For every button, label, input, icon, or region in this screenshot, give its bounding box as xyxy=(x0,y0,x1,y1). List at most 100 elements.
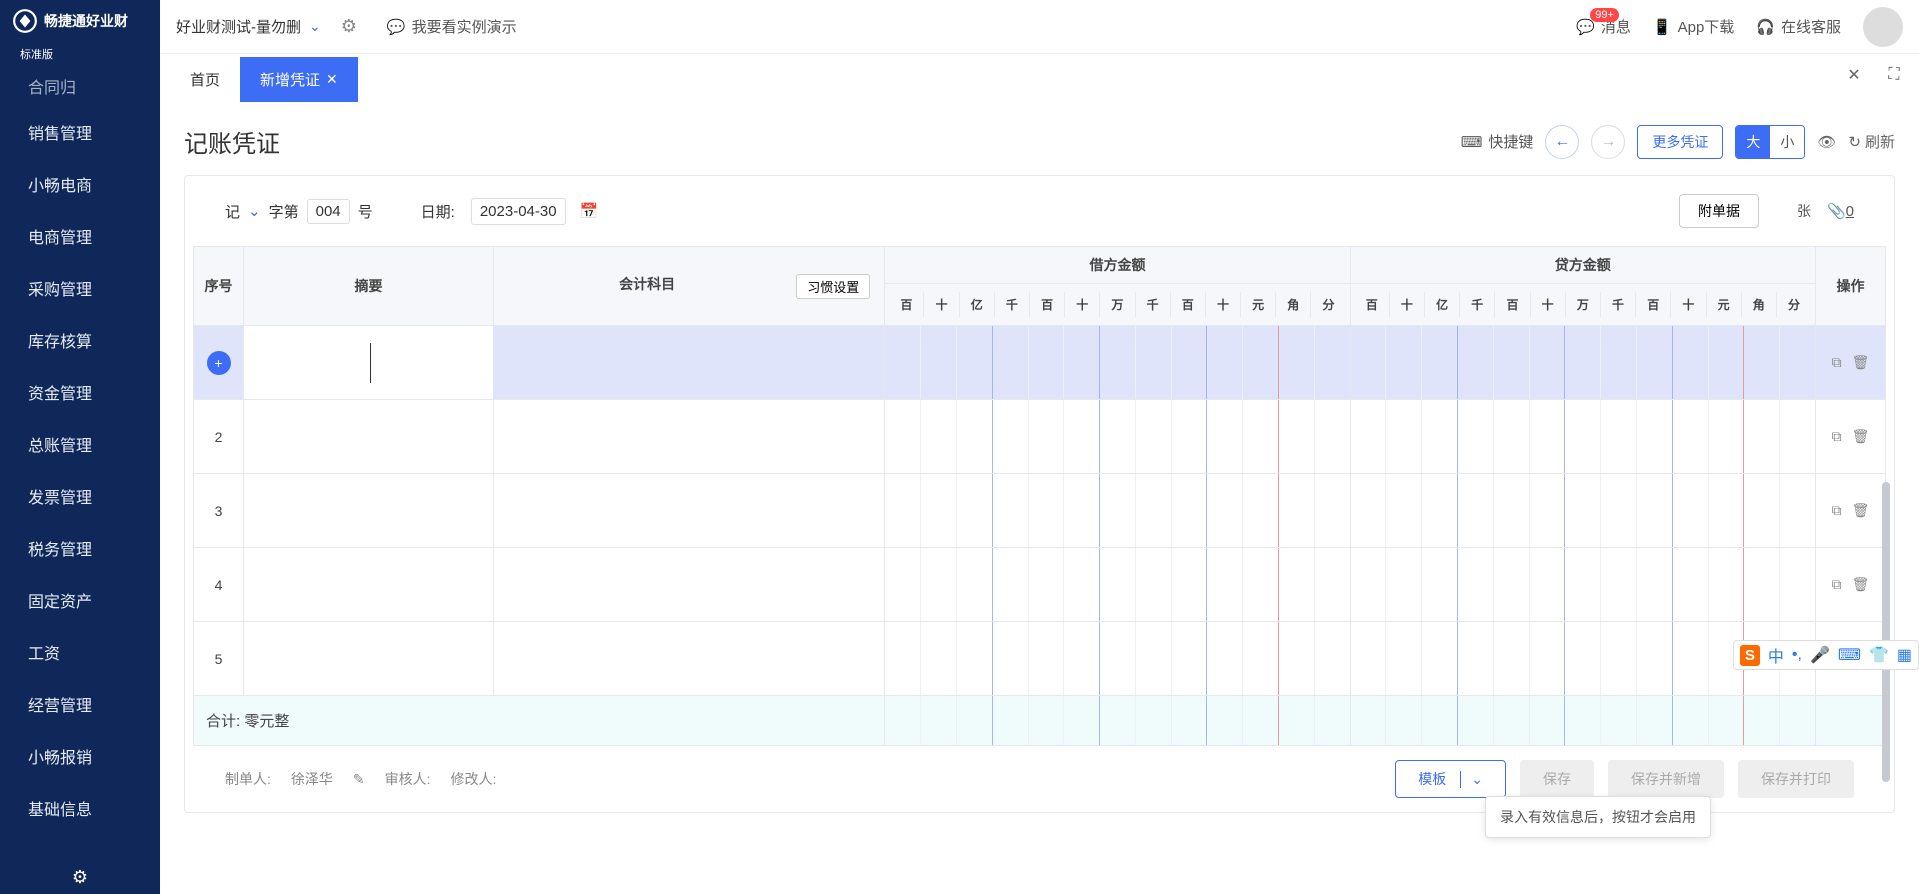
subject-cell[interactable] xyxy=(494,548,885,622)
calendar-icon[interactable]: 📅 xyxy=(580,202,599,220)
sidebar-item[interactable]: 基础信息 xyxy=(0,782,160,834)
sidebar-item[interactable]: 小畅电商 xyxy=(0,158,160,210)
save-button[interactable]: 保存 xyxy=(1520,760,1594,798)
save-new-button[interactable]: 保存并新增 xyxy=(1608,760,1724,798)
copy-row-icon[interactable]: ⧉ xyxy=(1832,428,1842,445)
subject-cell[interactable] xyxy=(494,474,885,548)
ime-lang[interactable]: 中 xyxy=(1768,643,1784,667)
ime-mic-icon[interactable]: 🎤 xyxy=(1810,645,1830,665)
gear-icon[interactable]: ⚙ xyxy=(341,16,357,37)
table-row[interactable]: 3⧉🗑 xyxy=(194,474,1886,548)
messages-button[interactable]: 💬 消息 99+ xyxy=(1576,16,1631,37)
debit-cell[interactable] xyxy=(885,474,1350,548)
ops-cell: ⧉🗑 xyxy=(1816,548,1886,622)
view-icon[interactable]: 👁 xyxy=(1817,133,1836,151)
more-vouchers-button[interactable]: 更多凭证 xyxy=(1637,125,1723,159)
sidebar-item[interactable]: 工资 xyxy=(0,626,160,678)
copy-row-icon[interactable]: ⧉ xyxy=(1832,502,1842,519)
support-button[interactable]: 🎧 在线客服 xyxy=(1756,16,1841,37)
seq-cell: 2 xyxy=(194,400,244,474)
sidebar-item[interactable]: 发票管理 xyxy=(0,470,160,522)
demo-link[interactable]: 💬 我要看实例演示 xyxy=(387,16,517,37)
copy-row-icon[interactable]: ⧉ xyxy=(1832,354,1842,371)
sidebar-item[interactable]: 小畅报销 xyxy=(0,730,160,782)
size-big[interactable]: 大 xyxy=(1736,126,1770,158)
subject-cell[interactable] xyxy=(494,622,885,696)
debit-cell[interactable] xyxy=(885,326,1350,400)
refresh-button[interactable]: ↻ 刷新 xyxy=(1848,131,1895,152)
summary-cell[interactable] xyxy=(244,548,494,622)
sidebar-settings-icon[interactable]: ⚙ xyxy=(0,867,160,888)
template-button[interactable]: 模板 ⌄ xyxy=(1395,760,1506,798)
sidebar-item[interactable]: 电商管理 xyxy=(0,210,160,262)
paperclip-icon[interactable]: 📎0 xyxy=(1827,202,1854,220)
add-row-button[interactable]: + xyxy=(207,351,231,375)
summary-cell[interactable] xyxy=(244,326,494,400)
close-icon[interactable]: ✕ xyxy=(326,71,338,88)
sidebar-item[interactable]: 总账管理 xyxy=(0,418,160,470)
table-row[interactable]: 2 ⧉ 🗑 xyxy=(194,400,1886,474)
next-button[interactable]: → xyxy=(1591,125,1625,159)
close-all-icon[interactable]: ✕ xyxy=(1839,60,1869,90)
th-summary: 摘要 xyxy=(244,247,494,326)
ime-toolbar[interactable]: S 中 •, 🎤 ⌨ 👕 ▦ xyxy=(1733,640,1919,670)
edit-icon[interactable]: ✎ xyxy=(353,771,365,788)
sidebar-item[interactable]: 合同归 xyxy=(0,74,160,106)
sidebar-item[interactable]: 库存核算 xyxy=(0,314,160,366)
subject-cell[interactable] xyxy=(494,400,885,474)
summary-cell[interactable] xyxy=(244,400,494,474)
credit-cell[interactable] xyxy=(1350,548,1815,622)
ime-skin-icon[interactable]: 👕 xyxy=(1869,645,1889,665)
sidebar-item[interactable]: 资金管理 xyxy=(0,366,160,418)
sidebar-item[interactable]: 销售管理 xyxy=(0,106,160,158)
sidebar-item[interactable]: 采购管理 xyxy=(0,262,160,314)
shortcut-button[interactable]: ⌨ 快捷键 xyxy=(1461,131,1534,152)
chevron-down-icon[interactable]: ⌄ xyxy=(1460,771,1483,788)
copy-row-icon[interactable]: ⧉ xyxy=(1832,576,1842,593)
summary-cell[interactable] xyxy=(244,622,494,696)
ime-punct-icon[interactable]: •, xyxy=(1792,646,1802,664)
tab-bar: 首页 新增凭证 ✕ xyxy=(160,54,1919,104)
tab-home[interactable]: 首页 xyxy=(170,57,240,102)
th-debit: 借方金额 xyxy=(885,247,1350,284)
table-row[interactable]: + ⧉ 🗑 xyxy=(194,326,1886,400)
scrollbar-thumb[interactable] xyxy=(1882,482,1890,782)
sidebar-item[interactable]: 税务管理 xyxy=(0,522,160,574)
credit-cell[interactable] xyxy=(1350,326,1815,400)
chevron-down-icon[interactable]: ⌄ xyxy=(248,202,261,220)
date-input[interactable]: 2023-04-30 xyxy=(471,198,566,225)
title-actions: ⌨ 快捷键 ← → 更多凭证 大 小 👁 ↻ 刷新 xyxy=(1461,125,1895,159)
size-small[interactable]: 小 xyxy=(1770,126,1804,158)
debit-cell[interactable] xyxy=(885,622,1350,696)
habit-settings-button[interactable]: 习惯设置 xyxy=(796,274,870,299)
chevron-down-icon[interactable]: ⌄ xyxy=(309,18,321,35)
debit-cell[interactable] xyxy=(885,548,1350,622)
credit-cell[interactable] xyxy=(1350,474,1815,548)
avatar[interactable] xyxy=(1863,7,1903,47)
app-download-button[interactable]: 📱 App下载 xyxy=(1653,16,1734,37)
shortcut-label: 快捷键 xyxy=(1488,131,1533,152)
summary-cell[interactable] xyxy=(244,474,494,548)
attach-button[interactable]: 附单据 xyxy=(1679,194,1759,228)
fullscreen-icon[interactable]: ⛶ xyxy=(1879,60,1909,90)
ime-keyboard-icon[interactable]: ⌨ xyxy=(1838,645,1861,665)
subject-cell[interactable] xyxy=(494,326,885,400)
voucher-type[interactable]: 记 xyxy=(225,201,240,222)
company-selector[interactable]: 好业财测试-量勿删 xyxy=(176,16,301,37)
prev-button[interactable]: ← xyxy=(1545,125,1579,159)
tab-new-voucher[interactable]: 新增凭证 ✕ xyxy=(240,57,358,102)
ime-grid-icon[interactable]: ▦ xyxy=(1897,645,1912,665)
delete-row-icon[interactable]: 🗑 xyxy=(1852,502,1870,519)
unit-header: 百 xyxy=(889,292,923,317)
save-print-button[interactable]: 保存并打印 xyxy=(1738,760,1854,798)
table-row[interactable]: 4⧉🗑 xyxy=(194,548,1886,622)
delete-row-icon[interactable]: 🗑 xyxy=(1852,428,1870,445)
delete-row-icon[interactable]: 🗑 xyxy=(1852,354,1870,371)
sidebar-item[interactable]: 经营管理 xyxy=(0,678,160,730)
debit-cell[interactable] xyxy=(885,400,1350,474)
table-row[interactable]: 5⧉🗑 xyxy=(194,622,1886,696)
voucher-number-input[interactable]: 004 xyxy=(307,199,350,224)
credit-cell[interactable] xyxy=(1350,400,1815,474)
sidebar-item[interactable]: 固定资产 xyxy=(0,574,160,626)
delete-row-icon[interactable]: 🗑 xyxy=(1852,576,1870,593)
